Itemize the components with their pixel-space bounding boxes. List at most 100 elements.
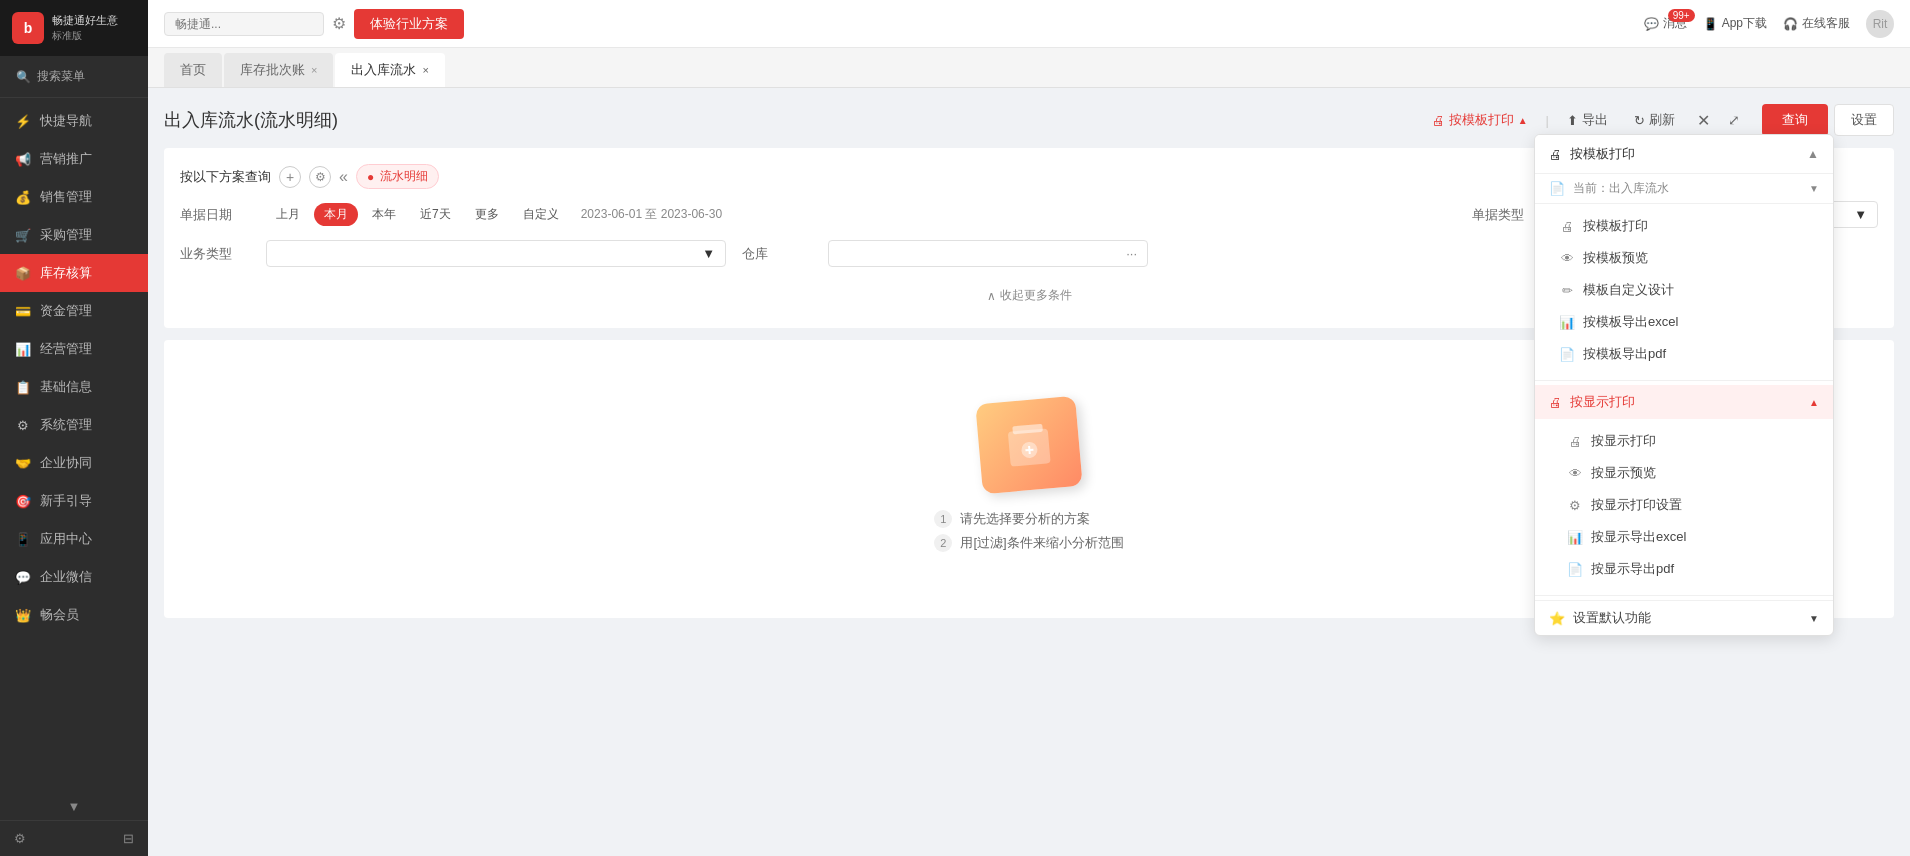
logo-tag: 标准版: [52, 29, 118, 43]
user-avatar[interactable]: Rit: [1866, 10, 1894, 38]
customer-service-button[interactable]: 🎧 在线客服: [1783, 15, 1850, 32]
date-opt-more[interactable]: 更多: [465, 203, 509, 226]
logo-name: 畅捷通好生意: [52, 13, 118, 28]
sidebar-settings-icon[interactable]: ⚙: [14, 831, 26, 846]
display-export-excel-item[interactable]: 📊 按显示导出excel: [1535, 521, 1833, 553]
sidebar-item-apps[interactable]: 📱 应用中心: [0, 520, 148, 558]
message-badge: 99+: [1668, 9, 1695, 22]
sidebar-item-inventory[interactable]: 📦 库存核算: [0, 254, 148, 292]
sidebar-toggle-icon[interactable]: ⊟: [123, 831, 134, 846]
sidebar-item-finance[interactable]: 💳 资金管理: [0, 292, 148, 330]
empty-step-2: 2 用[过滤]条件来缩小分析范围: [934, 534, 1123, 552]
empty-illustration: [975, 396, 1082, 494]
template-export-excel-item[interactable]: 📊 按模板导出excel: [1535, 306, 1833, 338]
display-print-section: 🖨 按显示打印 👁 按显示预览 ⚙ 按显示打印设置 📊: [1535, 419, 1833, 591]
display-print-settings-item[interactable]: ⚙ 按显示打印设置: [1535, 489, 1833, 521]
app-logo: b 畅捷通好生意 标准版: [0, 0, 148, 56]
svg-line-4: [1029, 446, 1030, 454]
template-preview-item[interactable]: 👁 按模板预览: [1535, 242, 1833, 274]
print-template-button[interactable]: 🖨 按模板打印 ▲: [1424, 107, 1536, 133]
sidebar-nav: ⚡ 快捷导航 📢 营销推广 💰 销售管理 🛒 采购管理 📦 库存核算 💳 资金管…: [0, 98, 148, 793]
print-icon: 🖨: [1432, 113, 1445, 128]
date-opt-this-year[interactable]: 本年: [362, 203, 406, 226]
sidebar-item-basic[interactable]: 📋 基础信息: [0, 368, 148, 406]
sidebar-item-purchase[interactable]: 🛒 采购管理: [0, 216, 148, 254]
voucher-type-label: 单据类型: [1472, 206, 1542, 224]
wechat-icon: 💬: [14, 568, 32, 586]
tab-flow[interactable]: 出入库流水 ×: [335, 53, 444, 87]
tab-close-flow[interactable]: ×: [422, 64, 428, 76]
date-opt-last-month[interactable]: 上月: [266, 203, 310, 226]
sidebar-item-membership[interactable]: 👑 畅会员: [0, 596, 148, 634]
empty-step-1: 1 请先选择要分析的方案: [934, 510, 1123, 528]
voucher-type-chevron: ▼: [1854, 207, 1867, 222]
apps-icon: 📱: [14, 530, 32, 548]
date-options: 上月 本月 本年 近7天 更多 自定义 2023-06-01 至 2023-06…: [266, 203, 722, 226]
settings-button[interactable]: 设置: [1834, 104, 1894, 136]
sidebar-item-sales[interactable]: 💰 销售管理: [0, 178, 148, 216]
date-opt-7days[interactable]: 近7天: [410, 203, 461, 226]
dropdown-header: 🖨 按模板打印 ▲: [1535, 135, 1833, 174]
close-icon[interactable]: ✕: [1693, 107, 1714, 134]
display-pdf-icon: 📄: [1567, 561, 1583, 577]
pdf-icon: 📄: [1559, 346, 1575, 362]
sidebar-item-system[interactable]: ⚙ 系统管理: [0, 406, 148, 444]
template-print-item[interactable]: 🖨 按模板打印: [1535, 210, 1833, 242]
tab-close-batch[interactable]: ×: [311, 64, 317, 76]
sidebar-scroll-down[interactable]: ▼: [0, 793, 148, 820]
tab-batch[interactable]: 库存批次账 ×: [224, 53, 333, 87]
current-template-icon: 📄: [1549, 181, 1565, 196]
app-download-button[interactable]: 📱 App下载: [1703, 15, 1767, 32]
dropdown-chevron-up[interactable]: ▲: [1807, 147, 1819, 161]
sidebar-item-wechat[interactable]: 💬 企业微信: [0, 558, 148, 596]
set-default-function[interactable]: ⭐ 设置默认功能 ▼: [1535, 600, 1833, 635]
display-export-pdf-item[interactable]: 📄 按显示导出pdf: [1535, 553, 1833, 585]
expand-icon[interactable]: ⤢: [1724, 108, 1744, 132]
download-icon: 📱: [1703, 17, 1718, 31]
date-opt-this-month[interactable]: 本月: [314, 203, 358, 226]
app-header: ⚙ 体验行业方案 💬 消息 99+ 📱 App下载 🎧 在线客服 Rit: [148, 0, 1910, 48]
filter-add-button[interactable]: +: [279, 166, 301, 188]
refresh-button[interactable]: ↻ 刷新: [1626, 107, 1683, 133]
sidebar: b 畅捷通好生意 标准版 🔍 搜索菜单 ⚡ 快捷导航 📢 营销推广 💰 销售管理…: [0, 0, 148, 856]
tab-home[interactable]: 首页: [164, 53, 222, 87]
marketing-icon: 📢: [14, 150, 32, 168]
chevron-up-icon: ▲: [1518, 115, 1528, 126]
sidebar-item-quick-nav[interactable]: ⚡ 快捷导航: [0, 102, 148, 140]
export-button[interactable]: ⬆ 导出: [1559, 107, 1616, 133]
excel-icon: 📊: [1559, 314, 1575, 330]
sidebar-item-guide[interactable]: 🎯 新手引导: [0, 482, 148, 520]
sidebar-item-cooperation[interactable]: 🤝 企业协同: [0, 444, 148, 482]
page-area: 出入库流水(流水明细) 🖨 按模板打印 ▲ | ⬆ 导出 ↻ 刷新 ✕ ⤢: [148, 88, 1910, 856]
business-type-select[interactable]: ▼: [266, 240, 726, 267]
empty-steps-list: 1 请先选择要分析的方案 2 用[过滤]条件来缩小分析范围: [934, 510, 1123, 558]
display-print-item[interactable]: 🖨 按显示打印: [1535, 425, 1833, 457]
date-range-display: 2023-06-01 至 2023-06-30: [581, 206, 722, 223]
tab-bar: 首页 库存批次账 × 出入库流水 ×: [148, 48, 1910, 88]
header-gear-icon[interactable]: ⚙: [332, 14, 346, 33]
sidebar-item-operations[interactable]: 📊 经营管理: [0, 330, 148, 368]
display-settings-icon: ⚙: [1567, 497, 1583, 513]
export-icon: ⬆: [1567, 113, 1578, 128]
template-customize-item[interactable]: ✏ 模板自定义设计: [1535, 274, 1833, 306]
message-button[interactable]: 💬 消息 99+: [1644, 15, 1687, 32]
template-print-section: 🖨 按模板打印 👁 按模板预览 ✏ 模板自定义设计 📊: [1535, 204, 1833, 376]
query-button[interactable]: 查询: [1762, 104, 1828, 136]
date-opt-custom[interactable]: 自定义: [513, 203, 569, 226]
filter-settings-button[interactable]: ⚙: [309, 166, 331, 188]
search-menu-button[interactable]: 🔍 搜索菜单: [10, 64, 138, 89]
display-preview-item[interactable]: 👁 按显示预览: [1535, 457, 1833, 489]
template-export-pdf-item[interactable]: 📄 按模板导出pdf: [1535, 338, 1833, 370]
display-print-section-header[interactable]: 🖨 按显示打印 ▲: [1535, 385, 1833, 419]
filter-collapse-icon[interactable]: «: [339, 168, 348, 186]
sidebar-search-area[interactable]: 🔍 搜索菜单: [0, 56, 148, 98]
filter-tag-dot: ●: [367, 170, 374, 184]
more-options-button[interactable]: ···: [1126, 246, 1137, 261]
warehouse-select[interactable]: ···: [828, 240, 1148, 267]
finance-icon: 💳: [14, 302, 32, 320]
filter-tag[interactable]: ● 流水明细: [356, 164, 439, 189]
industry-solution-button[interactable]: 体验行业方案: [354, 9, 464, 39]
search-input[interactable]: [164, 12, 324, 36]
display-print-icon: 🖨: [1567, 433, 1583, 449]
sidebar-item-marketing[interactable]: 📢 营销推广: [0, 140, 148, 178]
